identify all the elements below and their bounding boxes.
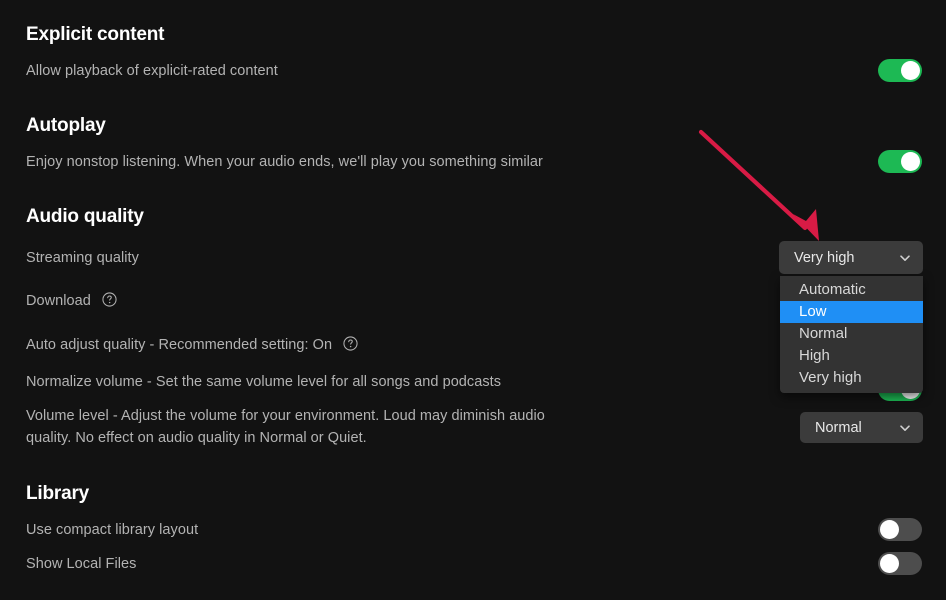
- settings-page: Explicit content Allow playback of expli…: [0, 0, 946, 600]
- dropdown-list-streaming-quality[interactable]: Automatic Low Normal High Very high: [780, 276, 923, 393]
- help-circle-icon[interactable]: [343, 336, 358, 351]
- label-streaming-quality: Streaming quality: [26, 250, 139, 266]
- toggle-knob: [880, 520, 899, 539]
- help-circle-icon[interactable]: [102, 292, 117, 307]
- label-auto-adjust-quality: Auto adjust quality - Recommended settin…: [26, 336, 358, 353]
- section-heading-explicit-content: Explicit content: [26, 24, 165, 45]
- label-download: Download: [26, 292, 117, 309]
- label-autoplay-description: Enjoy nonstop listening. When your audio…: [26, 154, 543, 170]
- label-use-compact-library-layout: Use compact library layout: [26, 522, 199, 538]
- section-heading-autoplay: Autoplay: [26, 115, 106, 136]
- dropdown-option-very-high[interactable]: Very high: [780, 367, 923, 389]
- select-streaming-quality-value: Very high: [794, 249, 855, 266]
- dropdown-option-high[interactable]: High: [780, 345, 923, 367]
- toggle-knob: [880, 554, 899, 573]
- label-allow-explicit-playback: Allow playback of explicit-rated content: [26, 63, 278, 79]
- toggle-knob: [901, 152, 920, 171]
- label-auto-adjust-quality-text: Auto adjust quality - Recommended settin…: [26, 337, 333, 353]
- chevron-down-icon: [898, 421, 912, 435]
- section-heading-library: Library: [26, 483, 90, 504]
- label-normalize-volume: Normalize volume - Set the same volume l…: [26, 374, 502, 390]
- section-heading-audio-quality: Audio quality: [26, 206, 144, 227]
- toggle-use-compact-library-layout[interactable]: [878, 518, 922, 541]
- toggle-allow-explicit-content[interactable]: [878, 59, 922, 82]
- select-volume-level[interactable]: Normal: [800, 412, 923, 443]
- label-volume-level: Volume level - Adjust the volume for you…: [26, 408, 545, 446]
- toggle-autoplay[interactable]: [878, 150, 922, 173]
- dropdown-option-low[interactable]: Low: [780, 301, 923, 323]
- toggle-show-local-files[interactable]: [878, 552, 922, 575]
- chevron-down-icon: [898, 251, 912, 265]
- select-volume-level-value: Normal: [815, 419, 862, 436]
- dropdown-option-automatic[interactable]: Automatic: [780, 279, 923, 301]
- label-show-local-files: Show Local Files: [26, 556, 137, 572]
- toggle-knob: [901, 61, 920, 80]
- select-streaming-quality[interactable]: Very high: [779, 241, 923, 274]
- label-download-text: Download: [26, 293, 91, 309]
- dropdown-option-normal[interactable]: Normal: [780, 323, 923, 345]
